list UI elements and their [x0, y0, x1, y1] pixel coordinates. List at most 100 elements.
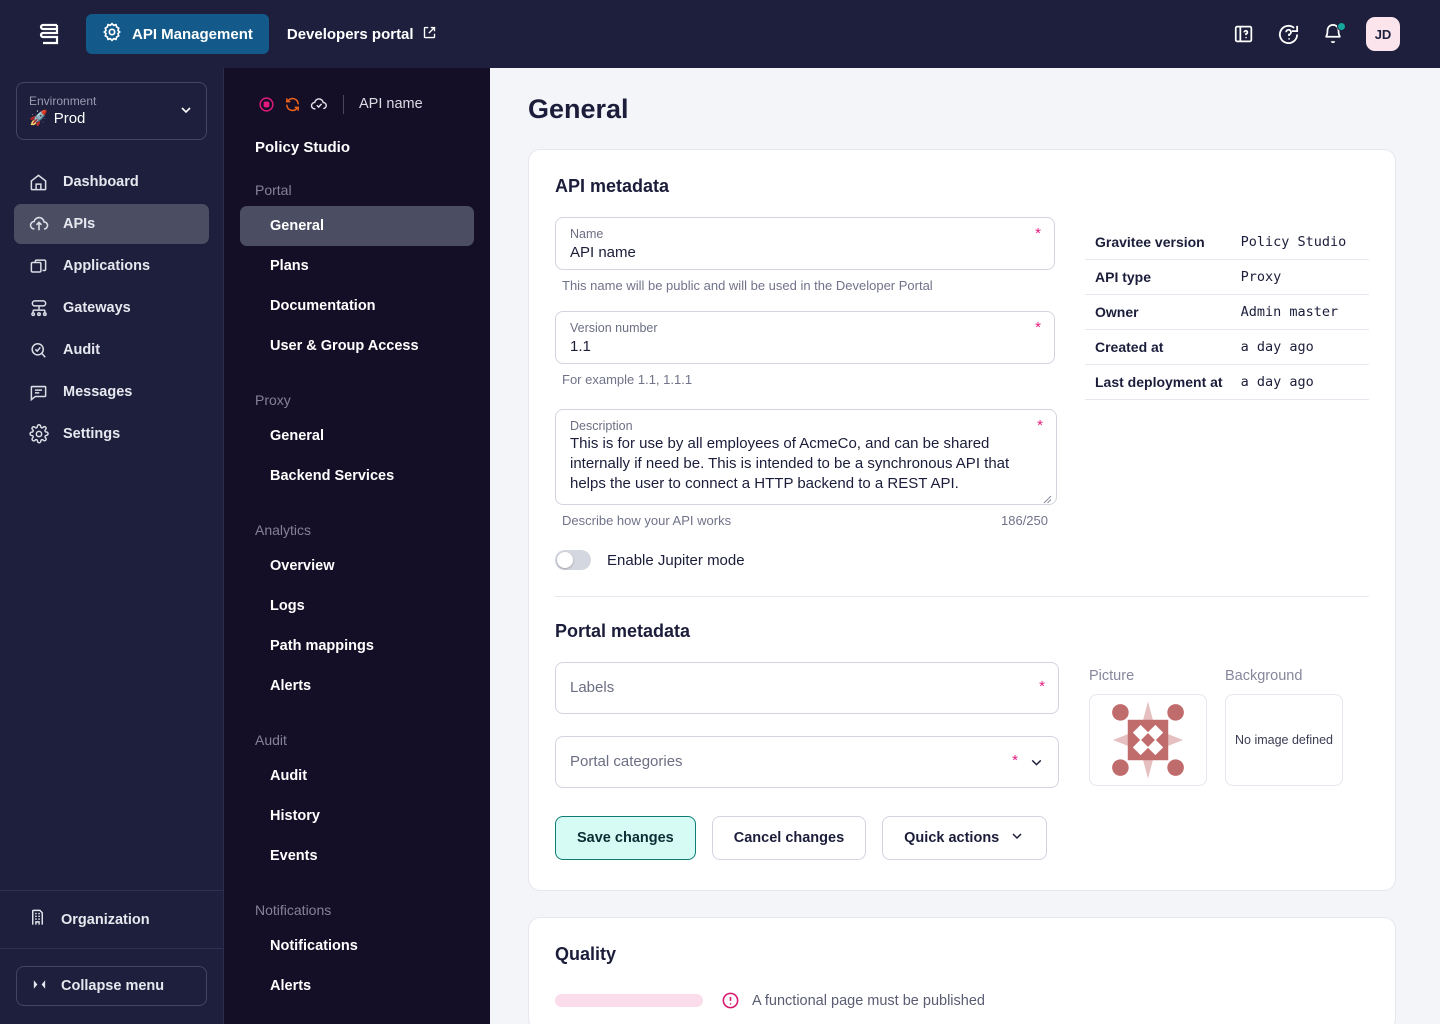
table-row: Created at a day ago — [1085, 329, 1369, 365]
subnav-item-plans[interactable]: Plans — [240, 246, 474, 286]
table-value: a day ago — [1226, 364, 1369, 400]
subnav-item-logs[interactable]: Logs — [240, 586, 474, 626]
portal-categories-select[interactable]: Portal categories * — [555, 736, 1059, 788]
subnav-group-label: Proxy — [255, 392, 291, 408]
page-title: General — [528, 94, 629, 124]
description-field-hint: Describe how your API works — [562, 513, 732, 528]
picture-upload: Picture — [1089, 668, 1207, 788]
app-switcher-api-management[interactable]: API Management — [86, 14, 269, 54]
developers-portal-link[interactable]: Developers portal — [287, 25, 437, 44]
windows-stack-icon — [28, 256, 49, 277]
secondary-sidebar: API name Policy Studio Portal General Pl… — [224, 68, 490, 1024]
subnav-item-notification-alerts[interactable]: Alerts — [240, 966, 474, 1006]
gear-api-icon — [102, 22, 122, 46]
external-link-icon — [422, 25, 437, 44]
subnav-group-label: Analytics — [255, 522, 312, 538]
topbar-actions: JD — [1233, 17, 1424, 51]
background-upload: Background No image defined — [1225, 668, 1343, 788]
background-preview[interactable]: No image defined — [1225, 694, 1343, 786]
description-field[interactable]: Description This is for use by all emplo… — [555, 409, 1057, 505]
policy-studio-title[interactable]: Policy Studio — [224, 118, 490, 156]
subnav-group-label: Audit — [255, 732, 287, 748]
chevron-down-icon — [178, 102, 194, 123]
subnav-item-backend-services[interactable]: Backend Services — [240, 456, 474, 496]
alert-circle-icon — [721, 991, 740, 1010]
cloud-check-icon[interactable] — [310, 95, 328, 113]
collapse-menu-label: Collapse menu — [61, 978, 165, 994]
subnav-item-notifications[interactable]: Notifications — [240, 926, 474, 966]
sidebar-item-label: Settings — [63, 426, 121, 442]
bell-icon[interactable] — [1322, 22, 1346, 45]
required-asterisk: * — [1012, 752, 1018, 769]
sidebar-item-audit[interactable]: Audit — [14, 330, 209, 370]
avatar[interactable]: JD — [1366, 17, 1400, 51]
subnav-item-analytics-alerts[interactable]: Alerts — [240, 666, 474, 706]
table-row: API type Proxy — [1085, 259, 1369, 295]
table-row: Gravitee version Policy Studio — [1085, 225, 1369, 260]
sidebar-item-label: Applications — [63, 258, 151, 274]
main-content: General API metadata Name API name * Thi… — [490, 68, 1440, 1024]
name-field-value: API name — [570, 244, 636, 261]
quick-actions-button[interactable]: Quick actions — [882, 816, 1048, 860]
sidebar-item-settings[interactable]: Settings — [14, 414, 209, 454]
cancel-changes-button[interactable]: Cancel changes — [711, 816, 867, 860]
environment-value: Prod — [53, 110, 86, 127]
sidebar-item-label: APIs — [63, 216, 96, 232]
sidebar-item-gateways[interactable]: Gateways — [14, 288, 209, 328]
subnav-item-history[interactable]: History — [240, 796, 474, 836]
quality-title: Quality — [555, 944, 617, 964]
table-key: Owner — [1085, 294, 1227, 330]
subnav-group-audit: Audit Audit History Events — [224, 732, 490, 876]
subnav-item-path-mappings[interactable]: Path mappings — [240, 626, 474, 666]
collapse-menu-button[interactable]: Collapse menu — [16, 966, 207, 1006]
subnav-item-overview[interactable]: Overview — [240, 546, 474, 586]
sidebar-item-dashboard[interactable]: Dashboard — [14, 162, 209, 202]
resize-handle-icon[interactable] — [1042, 491, 1052, 504]
gear-icon — [28, 424, 49, 445]
table-value: a day ago — [1226, 329, 1369, 365]
sidebar-item-messages[interactable]: Messages — [14, 372, 209, 412]
save-changes-button[interactable]: Save changes — [555, 816, 696, 860]
table-value: Proxy — [1226, 259, 1369, 295]
environment-selector[interactable]: Environment 🚀 Prod — [16, 82, 207, 140]
name-field-label: Name — [570, 227, 604, 241]
table-row: Last deployment at a day ago — [1085, 364, 1369, 400]
subnav-item-portal-general[interactable]: General — [240, 206, 474, 246]
toggle-knob — [557, 552, 573, 568]
sync-refresh-icon[interactable] — [284, 96, 301, 113]
subnav-group-portal: Portal General Plans Documentation User … — [224, 182, 490, 366]
developers-portal-label: Developers portal — [286, 25, 414, 43]
sidebar-item-label: Gateways — [63, 300, 131, 316]
subnav-item-documentation[interactable]: Documentation — [240, 286, 474, 326]
sidebar-item-label: Messages — [63, 384, 133, 400]
help-circle-icon[interactable] — [1277, 23, 1300, 46]
api-metadata-title: API metadata — [555, 176, 670, 196]
subnav-group-analytics: Analytics Overview Logs Path mappings Al… — [224, 522, 490, 706]
required-asterisk: * — [1039, 678, 1045, 695]
background-label: Background — [1225, 668, 1303, 684]
enable-jupiter-mode-toggle[interactable] — [555, 550, 591, 570]
name-field[interactable]: Name API name * — [555, 217, 1055, 270]
sidebar-item-apis[interactable]: APIs — [14, 204, 209, 244]
quality-alert-text: A functional page must be published — [752, 992, 985, 1009]
version-field-hint: For example 1.1, 1.1.1 — [562, 372, 693, 387]
subnav-item-events[interactable]: Events — [240, 836, 474, 876]
gravitee-logo-icon[interactable] — [30, 14, 70, 54]
search-check-icon — [28, 340, 49, 361]
table-value: Admin master — [1226, 294, 1369, 330]
sidebar-item-applications[interactable]: Applications — [14, 246, 209, 286]
version-number-field[interactable]: Version number 1.1 * — [555, 311, 1055, 364]
picture-preview[interactable] — [1089, 694, 1207, 786]
subnav-item-audit[interactable]: Audit — [240, 756, 474, 796]
labels-field[interactable]: Labels * — [555, 662, 1059, 714]
sidebar-item-organization[interactable]: Organization — [0, 890, 223, 949]
portal-categories-placeholder: Portal categories — [570, 753, 683, 770]
stop-circle-icon[interactable] — [258, 96, 275, 113]
table-row: Owner Admin master — [1085, 294, 1369, 330]
api-identicon-image — [1112, 701, 1184, 779]
app-switcher-label: API Management — [132, 25, 253, 43]
subnav-item-proxy-general[interactable]: General — [240, 416, 474, 456]
quality-alert-row: A functional page must be published — [555, 991, 1369, 1010]
subnav-item-user-group-access[interactable]: User & Group Access — [240, 326, 474, 366]
book-question-icon[interactable] — [1233, 23, 1255, 45]
